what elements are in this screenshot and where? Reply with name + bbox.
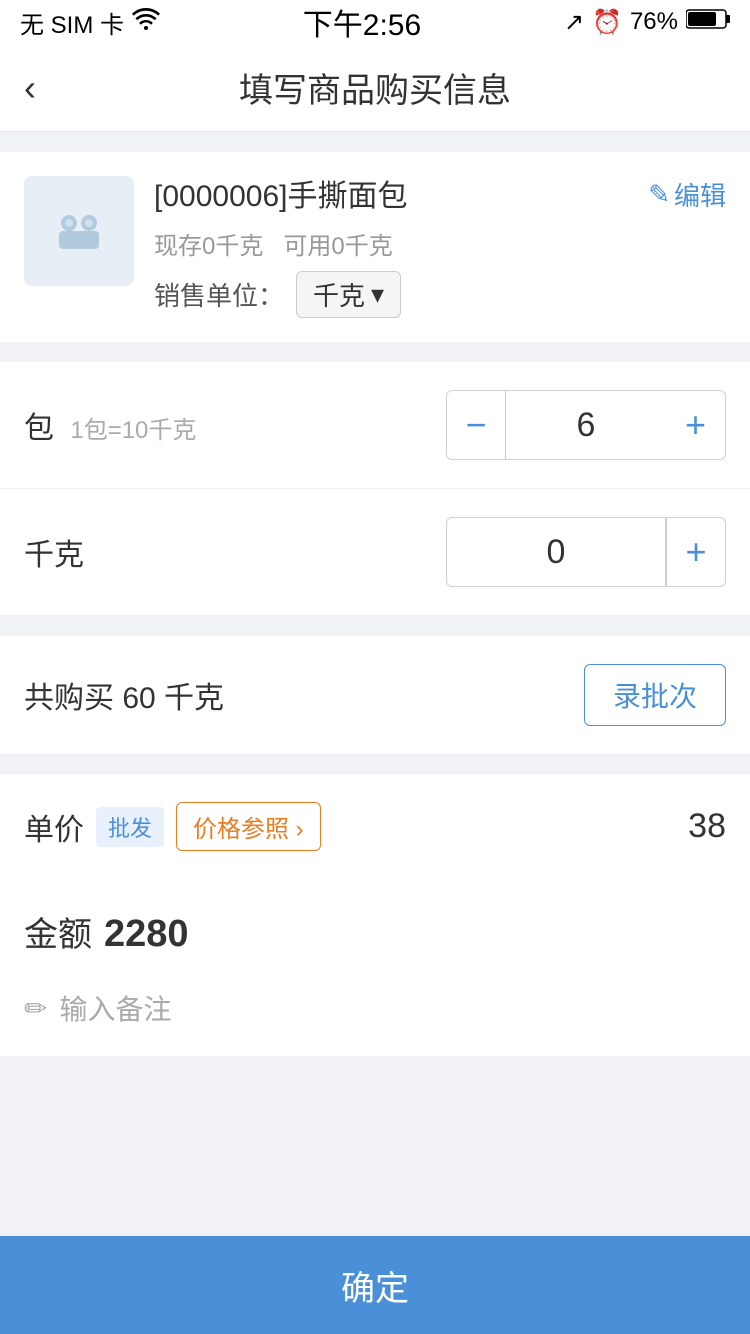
quantity-label-bao: 包 1包=10千克 <box>24 403 446 447</box>
quantity-section: 包 1包=10千克 − + 千克 + <box>0 362 750 616</box>
product-info: [0000006]手撕面包 现存0千克 可用0千克 销售单位： 千克 ▾ <box>154 176 726 318</box>
confirm-bar[interactable]: 确定 <box>0 1236 750 1334</box>
product-name: [0000006]手撕面包 <box>154 176 726 218</box>
dropdown-icon: ▾ <box>371 279 384 310</box>
increase-bao-button[interactable]: + <box>666 390 726 460</box>
price-label: 单价 批发 价格参照 › <box>24 802 321 851</box>
unit-label: 销售单位： <box>154 276 284 313</box>
sim-label: 无 SIM 卡 <box>20 5 124 40</box>
unit-selector[interactable]: 千克 ▾ <box>296 271 401 318</box>
confirm-button[interactable]: 确定 <box>341 1261 409 1310</box>
total-row: 共购买 60 千克 录批次 <box>0 636 750 754</box>
product-stock: 现存0千克 可用0千克 <box>154 226 726 261</box>
status-left: 无 SIM 卡 <box>20 5 160 40</box>
status-right: ↗ ⏰ 76% <box>564 8 730 37</box>
amount-value: 2280 <box>104 913 189 956</box>
quantity-control-bao: − + <box>446 390 726 460</box>
location-icon: ↗ <box>564 8 584 37</box>
increase-kg-button[interactable]: + <box>666 517 726 587</box>
page-title: 填写商品购买信息 <box>239 63 511 112</box>
quantity-kg-input[interactable] <box>446 517 666 587</box>
product-unit-row: 销售单位： 千克 ▾ <box>154 271 726 318</box>
price-section: 单价 批发 价格参照 › 38 <box>0 774 750 879</box>
status-time: 下午2:56 <box>303 0 421 44</box>
price-value: 38 <box>688 807 726 846</box>
pencil-icon: ✏ <box>24 992 47 1025</box>
quantity-label-kg: 千克 <box>24 530 446 574</box>
amount-label: 金额 <box>24 907 92 956</box>
alarm-icon: ⏰ <box>592 8 622 37</box>
battery-label: 76% <box>630 8 678 36</box>
quantity-control-kg: + <box>446 517 726 587</box>
product-logo-icon <box>49 201 109 261</box>
quantity-row-bao: 包 1包=10千克 − + <box>0 362 750 489</box>
spacer <box>0 1056 750 1176</box>
quantity-hint-bao: 1包=10千克 <box>70 417 196 444</box>
batch-button[interactable]: 录批次 <box>584 664 726 726</box>
price-tag: 批发 <box>96 807 164 847</box>
status-bar: 无 SIM 卡 下午2:56 ↗ ⏰ 76% <box>0 0 750 44</box>
amount-section: 金额 2280 ✏ 输入备注 <box>0 879 750 1056</box>
edit-button[interactable]: ✎ 编辑 <box>648 176 726 213</box>
edit-icon: ✎ <box>648 179 670 210</box>
total-label: 共购买 60 千克 <box>24 673 224 717</box>
product-card: [0000006]手撕面包 现存0千克 可用0千克 销售单位： 千克 ▾ ✎ 编… <box>0 152 750 342</box>
quantity-row-kg: 千克 + <box>0 489 750 616</box>
nav-bar: ‹ 填写商品购买信息 <box>0 44 750 132</box>
decrease-bao-button[interactable]: − <box>446 390 506 460</box>
remark-row[interactable]: ✏ 输入备注 <box>24 968 726 1056</box>
price-ref-button[interactable]: 价格参照 › <box>176 802 321 851</box>
back-button[interactable]: ‹ <box>24 67 36 109</box>
remark-placeholder: 输入备注 <box>59 988 171 1028</box>
battery-icon <box>686 8 730 37</box>
amount-row: 金额 2280 <box>24 907 726 956</box>
product-thumbnail <box>24 176 134 286</box>
wifi-icon <box>132 8 160 37</box>
quantity-bao-input[interactable] <box>506 390 666 460</box>
